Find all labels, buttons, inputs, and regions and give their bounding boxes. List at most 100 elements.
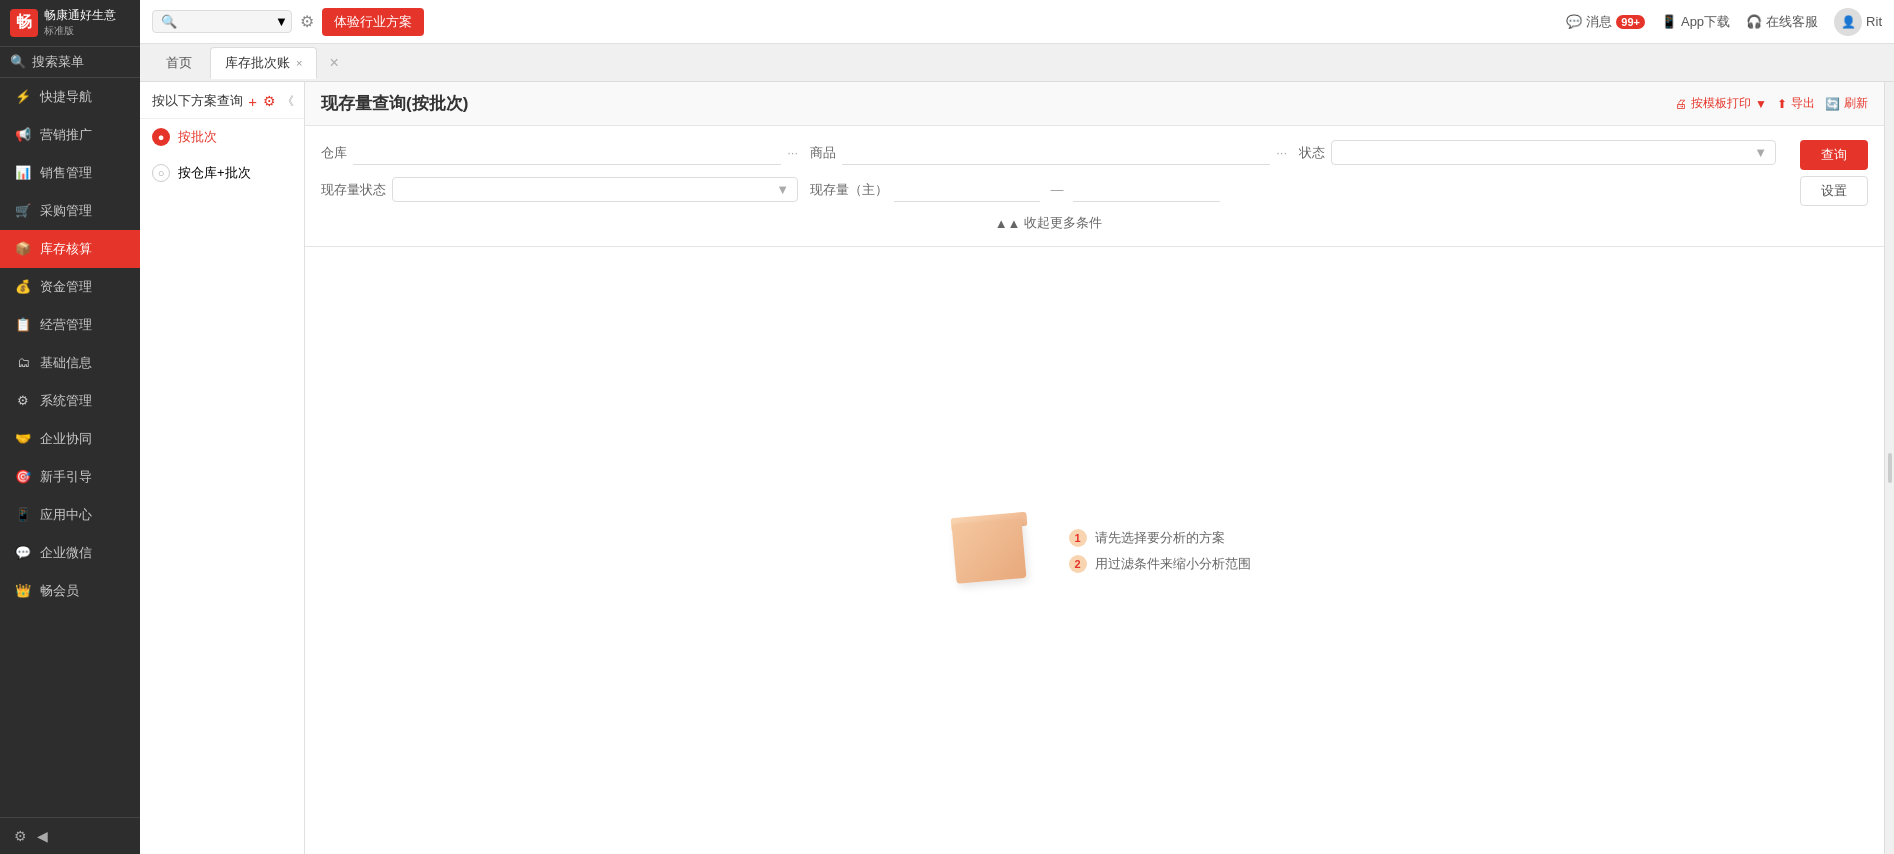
right-scrollbar-handle[interactable] — [1884, 82, 1894, 854]
page-header: 现存量查询(按批次) 🖨 按模板打印 ▼ ⬆ 导出 🔄 刷新 — [305, 82, 1884, 126]
print-button[interactable]: 🖨 按模板打印 ▼ — [1675, 95, 1767, 112]
inventory-icon: 📦 — [14, 240, 32, 258]
sidebar-item-basic[interactable]: 🗂 基础信息 — [0, 344, 140, 382]
footer-collapse-icon[interactable]: ◀ — [37, 828, 48, 844]
left-panel-item-warehouse-batch[interactable]: ○ 按仓库+批次 — [140, 155, 304, 191]
messages-button[interactable]: 💬 消息 99+ — [1566, 13, 1645, 31]
export-button[interactable]: ⬆ 导出 — [1777, 95, 1815, 112]
topbar-search-icon: 🔍 — [161, 14, 177, 29]
warehouse-dots[interactable]: ··· — [787, 145, 798, 160]
settings-button[interactable]: 设置 — [1800, 176, 1868, 206]
sidebar-item-system[interactable]: ⚙ 系统管理 — [0, 382, 140, 420]
app-center-icon: 📱 — [14, 506, 32, 524]
hint-text-1: 请先选择要分析的方案 — [1095, 529, 1225, 547]
active-tab-label: 库存批次账 — [225, 54, 290, 72]
hint-num-1: 1 — [1069, 529, 1087, 547]
batch-label: 按批次 — [178, 128, 217, 146]
page-title: 现存量查询(按批次) — [321, 92, 468, 115]
sidebar-item-marketing[interactable]: 📢 营销推广 — [0, 116, 140, 154]
topbar-right: 💬 消息 99+ 📱 App下载 🎧 在线客服 👤 Rit — [1566, 8, 1882, 36]
product-input[interactable] — [842, 141, 1270, 165]
industry-solution-button[interactable]: 体验行业方案 — [322, 8, 424, 36]
status-select[interactable]: ▼ — [1331, 140, 1776, 165]
sidebar-item-label: 企业微信 — [40, 544, 92, 562]
app-download-button[interactable]: 📱 App下载 — [1661, 13, 1730, 31]
topbar-search-dropdown-icon[interactable]: ▼ — [275, 14, 288, 29]
sidebar-item-label: 采购管理 — [40, 202, 92, 220]
status-select-arrow: ▼ — [1754, 145, 1767, 160]
query-button[interactable]: 查询 — [1800, 140, 1868, 170]
sidebar-item-label: 快捷导航 — [40, 88, 92, 106]
tab-close-icon[interactable]: × — [296, 57, 302, 69]
topbar-search-input[interactable] — [181, 15, 271, 29]
messages-icon: 💬 — [1566, 14, 1582, 29]
sidebar-item-inventory[interactable]: 📦 库存核算 — [0, 230, 140, 268]
left-panel-collapse-icon[interactable]: 《 — [282, 93, 294, 110]
collapse-button[interactable]: ▲▲ 收起更多条件 — [995, 214, 1103, 232]
system-icon: ⚙ — [14, 392, 32, 410]
export-label: 导出 — [1791, 95, 1815, 112]
sidebar-item-enterprise-wechat[interactable]: 💬 企业微信 — [0, 534, 140, 572]
newbie-icon: 🎯 — [14, 468, 32, 486]
tab-bar-close-icon[interactable]: × — [329, 54, 338, 72]
hint-item-1: 1 请先选择要分析的方案 — [1069, 529, 1251, 547]
hint-text-2: 用过滤条件来缩小分析范围 — [1095, 555, 1251, 573]
sidebar-item-label: 营销推广 — [40, 126, 92, 144]
sidebar-item-label: 新手引导 — [40, 468, 92, 486]
sidebar-item-cooperation[interactable]: 🤝 企业协同 — [0, 420, 140, 458]
refresh-label: 刷新 — [1844, 95, 1868, 112]
inventory-qty-max[interactable] — [1073, 178, 1219, 202]
page-header-actions: 🖨 按模板打印 ▼ ⬆ 导出 🔄 刷新 — [1675, 95, 1868, 112]
sidebar-item-label: 销售管理 — [40, 164, 92, 182]
quick-nav-icon: ⚡ — [14, 88, 32, 106]
sidebar-header: 畅 畅康通好生意 标准版 — [0, 0, 140, 47]
empty-hints: 1 请先选择要分析的方案 2 用过滤条件来缩小分析范围 — [1069, 529, 1251, 573]
filter-inventory-status: 现存量状态 ▼ — [321, 177, 798, 202]
filter-warehouse: 仓库 ··· — [321, 141, 798, 165]
online-service-label: 在线客服 — [1766, 13, 1818, 31]
sidebar-item-label: 系统管理 — [40, 392, 92, 410]
sidebar-footer: ⚙ ◀ — [0, 817, 140, 854]
tab-home[interactable]: 首页 — [152, 48, 206, 78]
sidebar-item-finance[interactable]: 💰 资金管理 — [0, 268, 140, 306]
sidebar-item-newbie[interactable]: 🎯 新手引导 — [0, 458, 140, 496]
left-panel-header: 按以下方案查询 + ⚙ 《 — [140, 82, 304, 119]
left-panel-add-icon[interactable]: + — [248, 93, 257, 110]
empty-illustration — [939, 501, 1039, 601]
sidebar-item-label: 畅会员 — [40, 582, 79, 600]
sidebar-item-member[interactable]: 👑 畅会员 — [0, 572, 140, 610]
messages-badge: 99+ — [1616, 15, 1645, 29]
warehouse-batch-icon: ○ — [152, 164, 170, 182]
sidebar-item-sales[interactable]: 📊 销售管理 — [0, 154, 140, 192]
online-service-button[interactable]: 🎧 在线客服 — [1746, 13, 1818, 31]
warehouse-label: 仓库 — [321, 144, 347, 162]
left-panel-settings-icon[interactable]: ⚙ — [263, 93, 276, 110]
sidebar-item-app-center[interactable]: 📱 应用中心 — [0, 496, 140, 534]
topbar-settings-icon[interactable]: ⚙ — [300, 12, 314, 31]
sidebar-item-quick-nav[interactable]: ⚡ 快捷导航 — [0, 78, 140, 116]
topbar-left: 🔍 ▼ ⚙ 体验行业方案 — [152, 8, 1558, 36]
inventory-status-select[interactable]: ▼ — [392, 177, 798, 202]
sidebar-item-business[interactable]: 📋 经营管理 — [0, 306, 140, 344]
topbar-search-box[interactable]: 🔍 ▼ — [152, 10, 292, 33]
marketing-icon: 📢 — [14, 126, 32, 144]
filter-row-1: 仓库 ··· 商品 ··· 状态 — [321, 140, 1776, 165]
topbar: 🔍 ▼ ⚙ 体验行业方案 💬 消息 99+ 📱 App下载 🎧 在线客服 — [140, 0, 1894, 44]
sidebar-search-menu[interactable]: 🔍 搜索菜单 — [0, 47, 140, 78]
left-panel-header-actions: + ⚙ 《 — [248, 93, 294, 110]
footer-settings-icon[interactable]: ⚙ — [14, 828, 27, 844]
sidebar-item-purchase[interactable]: 🛒 采购管理 — [0, 192, 140, 230]
basic-icon: 🗂 — [14, 354, 32, 372]
tab-inventory-batch[interactable]: 库存批次账 × — [210, 47, 317, 79]
refresh-button[interactable]: 🔄 刷新 — [1825, 95, 1868, 112]
app-logo: 畅 — [10, 9, 38, 37]
warehouse-input[interactable] — [353, 141, 781, 165]
print-dropdown-icon[interactable]: ▼ — [1755, 97, 1767, 111]
inventory-qty-min[interactable] — [894, 178, 1040, 202]
left-panel-item-batch[interactable]: ● 按批次 — [140, 119, 304, 155]
product-dots[interactable]: ··· — [1276, 145, 1287, 160]
handle-dot — [1888, 453, 1892, 483]
user-profile-button[interactable]: 👤 Rit — [1834, 8, 1882, 36]
warehouse-batch-label: 按仓库+批次 — [178, 164, 251, 182]
filter-inventory-qty: 现存量（主） — — [810, 178, 1287, 202]
